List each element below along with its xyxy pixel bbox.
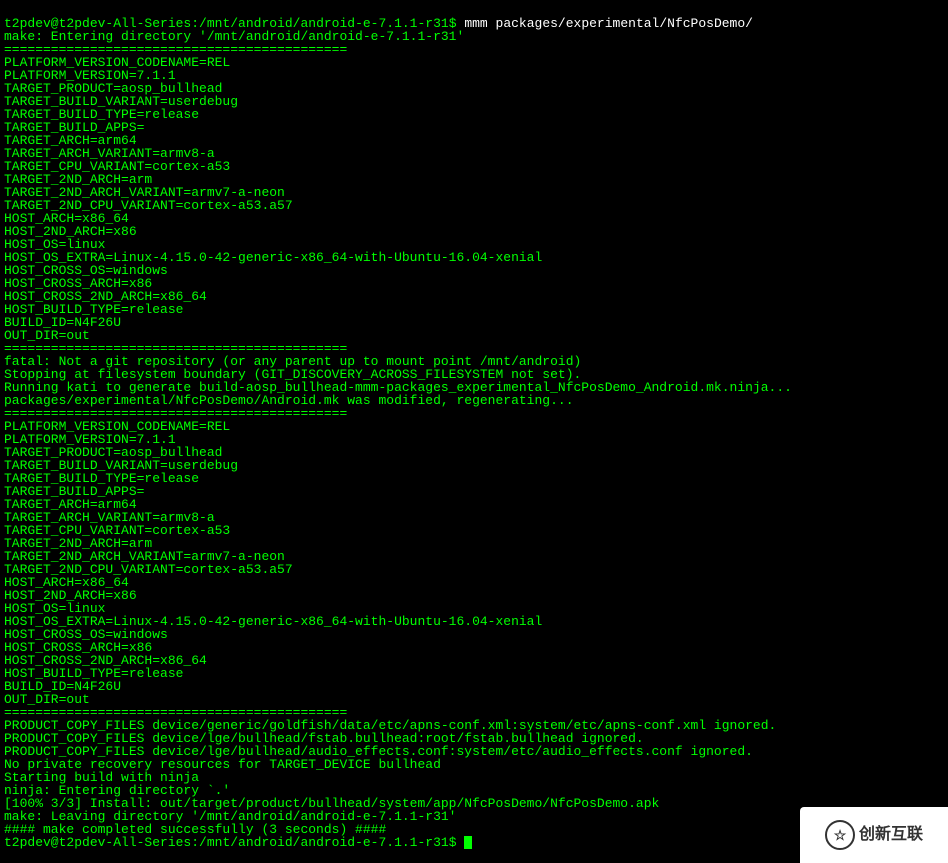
terminal-output: make: Entering directory '/mnt/android/a… (4, 30, 944, 836)
output-line: BUILD_ID=N4F26U (4, 316, 944, 329)
command-text: mmm packages/experimental/NfcPosDemo/ (464, 16, 753, 31)
watermark-text: 创新互联 (859, 827, 923, 843)
output-line: TARGET_BUILD_TYPE=release (4, 108, 944, 121)
output-line: TARGET_2ND_CPU_VARIANT=cortex-a53.a57 (4, 563, 944, 576)
output-line: TARGET_BUILD_TYPE=release (4, 472, 944, 485)
watermark-logo-icon: ☆ (825, 820, 855, 850)
output-line: HOST_2ND_ARCH=x86 (4, 225, 944, 238)
output-line: BUILD_ID=N4F26U (4, 680, 944, 693)
prompt-path-2: /mnt/android/android-e-7.1.1-r31 (199, 835, 449, 850)
terminal[interactable]: t2pdev@t2pdev-All-Series:/mnt/android/an… (4, 4, 944, 862)
watermark-badge: ☆ 创新互联 (800, 807, 948, 863)
output-line: HOST_ARCH=x86_64 (4, 576, 944, 589)
output-line: TARGET_BUILD_APPS= (4, 485, 944, 498)
output-line: HOST_ARCH=x86_64 (4, 212, 944, 225)
prompt-symbol-2: $ (449, 835, 457, 850)
output-line: HOST_BUILD_TYPE=release (4, 303, 944, 316)
cursor (464, 836, 472, 849)
prompt-user-host-2: t2pdev@t2pdev-All-Series (4, 835, 191, 850)
output-line: TARGET_2ND_CPU_VARIANT=cortex-a53.a57 (4, 199, 944, 212)
output-line: HOST_BUILD_TYPE=release (4, 667, 944, 680)
output-line: HOST_2ND_ARCH=x86 (4, 589, 944, 602)
output-line: TARGET_BUILD_APPS= (4, 121, 944, 134)
